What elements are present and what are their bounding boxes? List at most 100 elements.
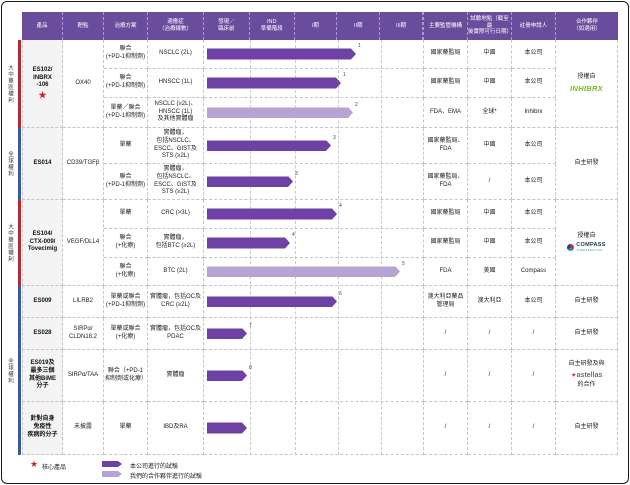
treatment-scheme: 單藥／聯合 (+PD-1抑制劑) [104, 98, 148, 128]
partner-cell: 自主研發 [556, 286, 618, 318]
col-header-ind: IND 準備階段 [250, 12, 295, 40]
trial-location: 中國 [468, 229, 512, 258]
product-name: ES014 [22, 128, 63, 200]
phase-bar-cell: 8 [204, 350, 424, 402]
indication: NSCLC (≥2L)、 HNSCC (1L) 及其他實體瘤 [148, 98, 204, 128]
indication: 實體瘤， 包括NSCLC、 ESCC、GIST及 STS (≥2L) [148, 164, 204, 200]
partner-cell: 授權自 INHIBRX [556, 40, 618, 128]
registration-applicant: 本公司 [512, 200, 556, 229]
core-product-label: 核心產品 [42, 465, 67, 471]
phase-progress-bar [207, 296, 337, 307]
trial-footnote: 1 [358, 43, 361, 49]
trial-footnote: 5 [402, 260, 405, 267]
rights-label: 大中華區權利 [7, 64, 13, 104]
inhibrx-logo: INHIBRX [570, 83, 603, 93]
regulator: / [424, 350, 468, 402]
phase-bar-cell: 7 [204, 318, 424, 350]
trial-footnote: 7 [249, 322, 252, 329]
indication: CRC (>3L) [148, 200, 204, 229]
target-name: CD39/TGFβ [63, 128, 104, 200]
treatment-scheme: 單藥 [104, 200, 148, 229]
trial-footnote: 1 [343, 72, 346, 78]
col-header-regulator: 主要監管機構 [424, 12, 468, 40]
company-trial-label: 本公司進行的試驗 [130, 464, 179, 470]
rights-blue-bar [17, 286, 21, 455]
col-header-discovery: 發現／ 臨床前 [204, 12, 250, 40]
phase-progress-bar [207, 328, 247, 339]
phase-progress-bar [207, 423, 247, 434]
phase-progress-bar [207, 209, 337, 220]
registration-applicant: Compass [512, 258, 556, 286]
rights-segment-2: 全球權利 [2, 128, 22, 200]
rights-segment-1: 大中華區權利 [2, 40, 22, 128]
phase-bar-cell [204, 402, 424, 455]
indication: IBD及RA [148, 402, 204, 455]
registration-applicant: 本公司 [512, 40, 556, 69]
trial-location: 澳大利亞 [468, 286, 512, 318]
trial-footnote: 6 [339, 290, 342, 297]
trial-footnote: 4 [339, 203, 342, 209]
phase-bar-cell: 4 [204, 229, 424, 258]
indication: 實體瘤， 包括BTC (≥2L) [148, 229, 204, 258]
col-header-indication: 適應症 （治療線數） [148, 12, 204, 40]
rights-label: 大中華區權利 [7, 223, 13, 263]
phase-progress-bar [207, 370, 247, 381]
registration-applicant: 本公司 [512, 164, 556, 200]
treatment-scheme: 聯合 (+化療) [104, 229, 148, 258]
regulator: 國家藥監局 [424, 200, 468, 229]
rights-red-bar [17, 200, 21, 286]
product-name: ES009 [22, 286, 63, 318]
regulator: 澳大利亞藥品 管理局 [424, 286, 468, 318]
partner-trial-arrow-icon [102, 471, 122, 477]
treatment-scheme: 單藥 [104, 128, 148, 164]
rights-segment-4: 全球權利 [2, 286, 22, 455]
regulator: 國家藥監局 [424, 69, 468, 98]
rights-label: 全球權利 [7, 151, 13, 177]
product-name: ES019及 最多三個 其他BiME 分子 [22, 350, 63, 402]
regulator: / [424, 402, 468, 455]
treatment-scheme: 聯合（+PD-1 抑制劑或化療） [104, 350, 148, 402]
target-name: VEGF/DLL4 [63, 200, 104, 286]
treatment-scheme: 聯合 (+化療) [104, 258, 148, 286]
target-name: SIRPα/TAA [63, 350, 104, 402]
company-trial-arrow-icon [102, 461, 122, 467]
col-header-phases: 發現／ 臨床前 IND 準備階段 I期 II期 III期 [204, 12, 424, 40]
phase-bar-cell: 1 [204, 69, 424, 98]
trial-location: 美國 [468, 258, 512, 286]
treatment-scheme: 單藥 [104, 402, 148, 455]
col-header-applicant: 註冊申請人 [512, 12, 556, 40]
compass-circle-icon [567, 243, 575, 251]
target-name: 未披露 [63, 402, 104, 455]
trial-footnote: 4 [292, 232, 295, 238]
rights-label: 全球權利 [7, 357, 13, 384]
col-header-phase1: I期 [295, 12, 338, 40]
regulator: 國家藥監局、 FDA [424, 128, 468, 164]
treatment-scheme: 聯合 (+PD-1抑制劑) [104, 40, 148, 69]
phase-bar-cell: 1 [204, 40, 424, 69]
col-header-scheme: 治療方案 [104, 12, 148, 40]
partner-cell: 自主研發 [556, 402, 618, 455]
partner-cell: 自主研發及與 ✦ astellas 的合作 [556, 350, 618, 402]
treatment-scheme: 單藥或聯合 (+PD-1抑制劑) [104, 286, 148, 318]
registration-applicant: 本公司 [512, 69, 556, 98]
regulator: / [424, 318, 468, 350]
treatment-scheme: 聯合 (+PD-1抑制劑) [104, 164, 148, 200]
trial-location: 中國 [468, 200, 512, 229]
phase-bar-cell: 3 [204, 164, 424, 200]
indication: 實體瘤，包括OC及 PDAC [148, 318, 204, 350]
regulator: 國家藥監局 [424, 40, 468, 69]
registration-applicant: 本公司 [512, 128, 556, 164]
phase-bar-cell: 6 [204, 286, 424, 318]
trial-footnote: 3 [333, 134, 336, 141]
trial-location: 中國 [468, 40, 512, 69]
phase-progress-bar [207, 176, 293, 187]
trial-footnote: 3 [295, 170, 298, 177]
partner-cell: 授權自 COMPASS THERAPEUTICS [556, 200, 618, 286]
partner-trial-label: 我們的合作夥伴進行的試驗 [130, 474, 203, 480]
trial-location: 中國 [468, 128, 512, 164]
target-name: OX40 [63, 40, 104, 128]
regulator: 國家藥監局 [424, 229, 468, 258]
col-header-location: 試驗地點（截至最 後實際可行日期） [468, 12, 512, 40]
indication: BTC (2L) [148, 258, 204, 286]
indication: 實體瘤， 包括NSCLC、 ESCC、GIST及 STS (≥2L) [148, 128, 204, 164]
